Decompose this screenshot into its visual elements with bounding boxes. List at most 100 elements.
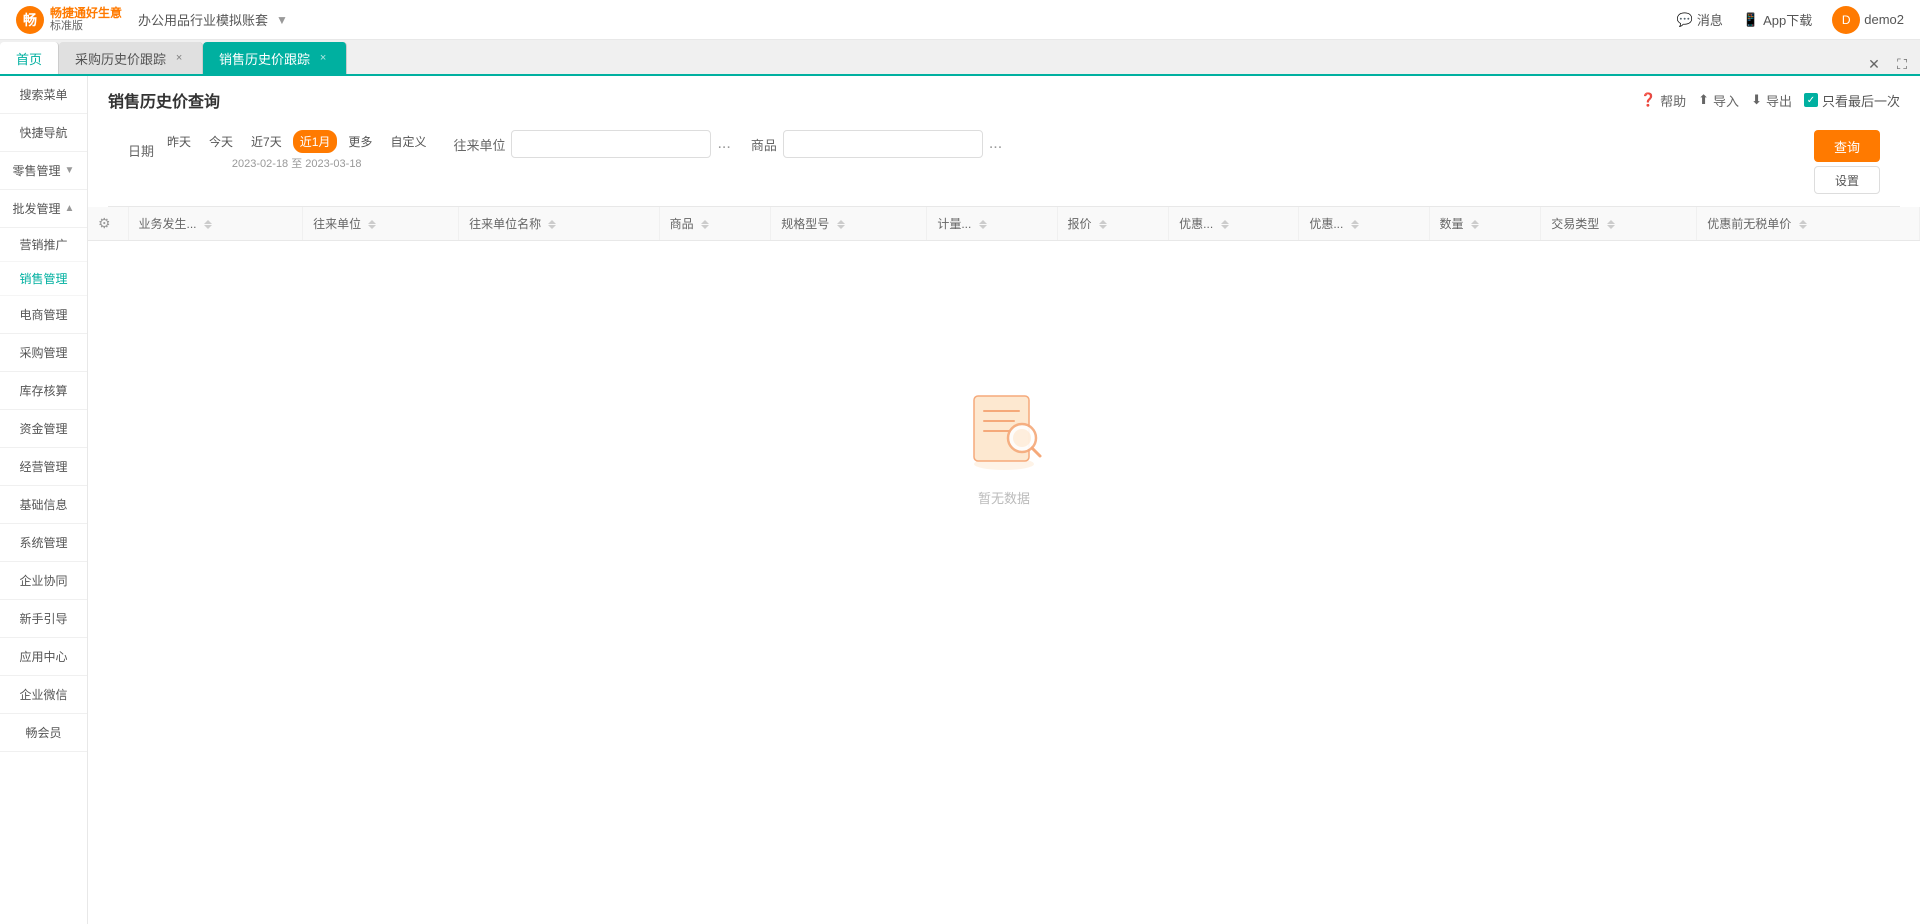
page-title-row: 销售历史价查询 ❓ 帮助 ⬆ 导入 ⬇ 导出 ✓	[108, 88, 1900, 122]
only-last-checkbox-label[interactable]: ✓ 只看最后一次	[1804, 91, 1900, 110]
sort-icons-tax-free-price	[1799, 220, 1807, 229]
partner-dots[interactable]: ...	[717, 135, 730, 153]
date-filter-label: 日期	[128, 141, 154, 160]
empty-wrapper: 暂无数据	[954, 376, 1054, 507]
th-tax-free-price[interactable]: 优惠前无税单价	[1697, 207, 1920, 241]
th-quantity[interactable]: 数量	[1429, 207, 1541, 241]
th-partner-code[interactable]: 往来单位	[303, 207, 459, 241]
sidebar-item-sys-mgmt-label: 系统管理	[19, 534, 67, 551]
logo-area: 畅 畅捷通好生意 标准版	[16, 6, 122, 34]
sidebar-item-wholesale-mgmt[interactable]: 批发管理 ▲	[0, 190, 87, 228]
data-table: ⚙ 业务发生... 往来单位	[88, 207, 1920, 241]
sidebar-item-beginner-guide[interactable]: 新手引导	[0, 600, 87, 638]
date-btn-last7days[interactable]: 近7天	[244, 130, 289, 153]
th-discount1[interactable]: 优惠...	[1169, 207, 1299, 241]
export-button[interactable]: ⬇ 导出	[1751, 91, 1792, 110]
sidebar-item-quick-nav[interactable]: 快捷导航	[0, 114, 87, 152]
date-btn-today[interactable]: 今天	[202, 130, 240, 153]
sidebar-item-app-center[interactable]: 应用中心	[0, 638, 87, 676]
app-download-button[interactable]: 📱 App下载	[1743, 10, 1812, 29]
sidebar-item-search-menu[interactable]: 搜索菜单	[0, 76, 87, 114]
product-dots[interactable]: ...	[989, 135, 1002, 153]
sort-icons-partner-name	[548, 220, 556, 229]
sidebar-item-enterprise-coop-label: 企业协同	[19, 572, 67, 589]
tab-expand-button[interactable]: ⛶	[1892, 54, 1912, 74]
sort-asc-spec	[837, 220, 845, 224]
sort-desc-product	[701, 225, 709, 229]
sort-icons-quantity	[1471, 220, 1479, 229]
sort-desc-biz-date	[204, 225, 212, 229]
sidebar-item-quick-nav-label: 快捷导航	[19, 124, 67, 141]
th-quote[interactable]: 报价	[1057, 207, 1169, 241]
date-btn-more[interactable]: 更多	[341, 130, 379, 153]
th-biz-date-label: 业务发生...	[139, 217, 197, 231]
product-input[interactable]	[783, 130, 983, 158]
empty-state: 暂无数据	[88, 241, 1920, 641]
sidebar-item-marketing[interactable]: 营销推广	[0, 228, 87, 262]
message-label: 消息	[1697, 10, 1723, 29]
sidebar-item-enterprise-wechat[interactable]: 企业微信	[0, 676, 87, 714]
tab-purchase-history[interactable]: 采购历史价跟踪 ×	[59, 42, 203, 74]
table-head: ⚙ 业务发生... 往来单位	[88, 207, 1920, 241]
sidebar-item-base-info[interactable]: 基础信息	[0, 486, 87, 524]
sidebar-item-purchase-mgmt[interactable]: 采购管理	[0, 334, 87, 372]
sidebar-item-retail-mgmt-label: 零售管理	[13, 162, 61, 179]
th-trade-type[interactable]: 交易类型	[1541, 207, 1697, 241]
query-button[interactable]: 查询	[1814, 130, 1880, 162]
date-btn-last1month[interactable]: 近1月	[293, 130, 338, 153]
logo-text: 畅捷通好生意 标准版	[50, 6, 122, 34]
th-biz-date[interactable]: 业务发生...	[128, 207, 303, 241]
th-unit[interactable]: 计量...	[927, 207, 1057, 241]
sidebar-item-sys-mgmt[interactable]: 系统管理	[0, 524, 87, 562]
sidebar-item-enterprise-coop[interactable]: 企业协同	[0, 562, 87, 600]
tab-sales-history[interactable]: 销售历史价跟踪 ×	[203, 42, 347, 74]
sidebar-item-finance-mgmt[interactable]: 资金管理	[0, 410, 87, 448]
th-partner-name[interactable]: 往来单位名称	[459, 207, 659, 241]
tab-close-all-button[interactable]: ✕	[1864, 54, 1884, 74]
main-layout: 搜索菜单 快捷导航 零售管理 ▼ 批发管理 ▲ 营销推广 销售管理 电商管理 采…	[0, 76, 1920, 924]
logo-icon: 畅	[16, 6, 44, 34]
th-trade-type-label: 交易类型	[1551, 217, 1599, 231]
user-avatar: D	[1832, 6, 1860, 34]
sort-desc-partner-name	[548, 225, 556, 229]
sort-icons-trade-type	[1607, 220, 1615, 229]
only-last-checkbox[interactable]: ✓	[1804, 93, 1818, 107]
th-discount2-label: 优惠...	[1309, 217, 1343, 231]
import-button[interactable]: ⬆ 导入	[1698, 91, 1739, 110]
th-product[interactable]: 商品	[659, 207, 771, 241]
date-options: 昨天 今天 近7天 近1月 更多 自定义 2023-02-18 至 2023-0…	[160, 130, 433, 171]
tab-purchase-history-close[interactable]: ×	[172, 51, 186, 65]
th-spec-label: 规格型号	[781, 217, 829, 231]
user-menu[interactable]: D demo2	[1832, 6, 1904, 34]
sidebar-item-ecommerce-mgmt-label: 电商管理	[19, 306, 67, 323]
app-title-dropdown-icon[interactable]: ▼	[276, 13, 288, 27]
sidebar-item-member[interactable]: 畅会员	[0, 714, 87, 752]
user-name: demo2	[1864, 12, 1904, 27]
th-spec[interactable]: 规格型号	[771, 207, 927, 241]
sidebar-item-ops-mgmt[interactable]: 经营管理	[0, 448, 87, 486]
export-icon: ⬇	[1751, 92, 1762, 108]
help-button[interactable]: ❓ 帮助	[1640, 91, 1686, 110]
filter-bar: 日期 昨天 今天 近7天 近1月 更多 自定义 2023-02-18 至 202…	[108, 122, 1900, 207]
tab-purchase-history-label: 采购历史价跟踪	[75, 49, 166, 68]
partner-input[interactable]	[511, 130, 711, 158]
sort-desc-tax-free-price	[1799, 225, 1807, 229]
tab-home[interactable]: 首页	[0, 42, 59, 74]
message-button[interactable]: 💬 消息	[1677, 10, 1723, 29]
date-btn-yesterday[interactable]: 昨天	[160, 130, 198, 153]
table-header-row: ⚙ 业务发生... 往来单位	[88, 207, 1920, 241]
th-tax-free-price-label: 优惠前无税单价	[1707, 217, 1791, 231]
date-btn-custom[interactable]: 自定义	[383, 130, 433, 153]
sort-asc-quantity	[1471, 220, 1479, 224]
tab-sales-history-close[interactable]: ×	[316, 51, 330, 65]
sidebar-item-inventory[interactable]: 库存核算	[0, 372, 87, 410]
sidebar-item-retail-mgmt[interactable]: 零售管理 ▼	[0, 152, 87, 190]
sidebar-item-ecommerce-mgmt[interactable]: 电商管理	[0, 296, 87, 334]
page-title: 销售历史价查询	[108, 88, 220, 112]
th-discount2[interactable]: 优惠...	[1299, 207, 1429, 241]
table-settings-icon[interactable]: ⚙	[98, 215, 111, 231]
settings-button[interactable]: 设置	[1814, 166, 1880, 194]
th-settings: ⚙	[88, 207, 128, 241]
sidebar-item-wholesale-mgmt-label: 批发管理	[13, 200, 61, 217]
sidebar-item-sales-mgmt[interactable]: 销售管理	[0, 262, 87, 296]
